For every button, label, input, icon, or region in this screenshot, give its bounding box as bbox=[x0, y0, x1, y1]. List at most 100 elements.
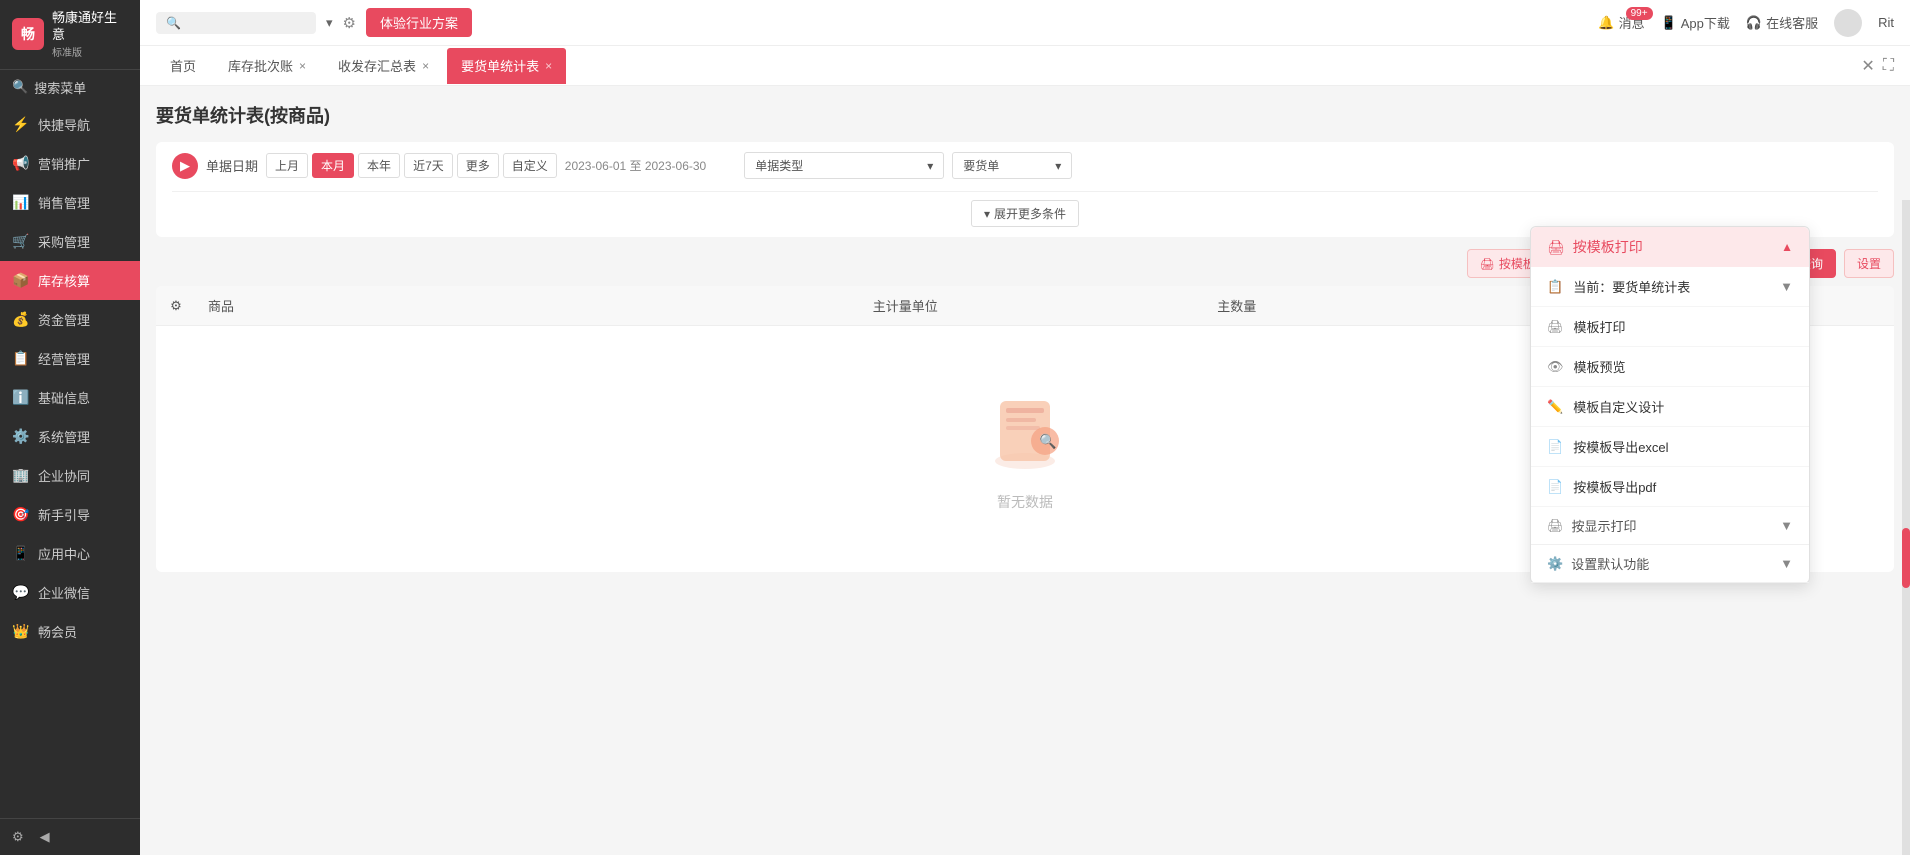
template-export-pdf-item[interactable]: 📄 按模板导出pdf bbox=[1531, 467, 1809, 507]
col-settings[interactable]: ⚙ bbox=[156, 290, 196, 322]
logo-text: 畅康通好生意 标准版 bbox=[52, 10, 128, 59]
tab-batch-accounts-close-icon[interactable]: × bbox=[299, 59, 306, 73]
settings-icon[interactable]: ⚙ bbox=[12, 829, 24, 845]
expand-more-label: 展开更多条件 bbox=[994, 205, 1066, 222]
basic-icon: ℹ️ bbox=[12, 388, 30, 406]
sidebar-item-marketing[interactable]: 📢 营销推广 bbox=[0, 144, 140, 183]
enterprise-icon: 🏢 bbox=[12, 466, 30, 484]
tab-batch-accounts[interactable]: 库存批次账 × bbox=[214, 48, 320, 84]
current-template-label: 当前：要货单统计表 bbox=[1573, 277, 1690, 296]
current-template-item[interactable]: 📋 当前：要货单统计表 ▼ bbox=[1531, 267, 1809, 307]
appcenter-label: 应用中心 bbox=[38, 544, 90, 563]
tab-receivable-close-icon[interactable]: × bbox=[422, 59, 429, 73]
user-avatar[interactable] bbox=[1834, 9, 1862, 37]
print-dropdown-header[interactable]: 🖨 按模板打印 ▲ bbox=[1531, 227, 1809, 267]
sidebar-item-newguide[interactable]: 🎯 新手引导 bbox=[0, 495, 140, 534]
marketing-icon: 📢 bbox=[12, 154, 30, 172]
filter-expand-more-btn[interactable]: ▾ 展开更多条件 bbox=[971, 200, 1079, 227]
notification-badge: 99+ bbox=[1626, 7, 1653, 20]
operations-icon: 📋 bbox=[12, 349, 30, 367]
app-download-btn[interactable]: 📱 App下载 bbox=[1661, 13, 1730, 32]
sidebar-item-appcenter[interactable]: 📱 应用中心 bbox=[0, 534, 140, 573]
topbar-search[interactable]: 🔍 bbox=[156, 12, 316, 34]
col-unit: 主计量单位 bbox=[861, 288, 1205, 323]
filter-category-select[interactable]: 要货单 ▾ bbox=[952, 152, 1072, 179]
purchase-label: 采购管理 bbox=[38, 232, 90, 251]
notifications-btn[interactable]: 🔔 消息 99+ bbox=[1598, 13, 1644, 32]
template-design-label: 模板自定义设计 bbox=[1573, 397, 1664, 416]
right-scrollbar[interactable] bbox=[1902, 200, 1910, 855]
filter-date-custom[interactable]: 自定义 bbox=[503, 153, 557, 178]
sidebar-item-purchase[interactable]: 🛒 采购管理 bbox=[0, 222, 140, 261]
tab-requisition-close-icon[interactable]: × bbox=[545, 59, 552, 73]
page-content: 要货单统计表(按商品) ▶ 单据日期 上月 本月 本年 近7天 更多 自定义 2… bbox=[140, 86, 1910, 855]
topbar: 🔍 ▾ ⚙ 体验行业方案 🔔 消息 99+ 📱 App下载 🎧 在线客服 Rit bbox=[140, 0, 1910, 46]
search-menu[interactable]: 🔍 搜索菜单 bbox=[0, 70, 140, 105]
filter-date-this-year[interactable]: 本年 bbox=[358, 153, 400, 178]
close-window-icon[interactable]: ✕ bbox=[1861, 56, 1874, 76]
logo-title: 畅康通好生意 bbox=[52, 10, 128, 44]
filter-date-label: 单据日期 bbox=[206, 156, 258, 175]
sidebar-item-basic[interactable]: ℹ️ 基础信息 bbox=[0, 378, 140, 417]
display-print-item[interactable]: 🖨 按显示打印 ▼ bbox=[1531, 507, 1809, 545]
window-controls: ✕ ⛶ bbox=[1861, 56, 1894, 76]
empty-text: 暂无数据 bbox=[997, 492, 1053, 512]
filter-date-this-month[interactable]: 本月 bbox=[312, 153, 354, 178]
display-print-icon: 🖨 bbox=[1547, 518, 1564, 534]
collapse-icon[interactable]: ◀ bbox=[40, 829, 50, 845]
dropdown-chevron-icon: ▾ bbox=[326, 15, 333, 31]
sidebar-item-inventory[interactable]: 📦 库存核算 bbox=[0, 261, 140, 300]
weixin-icon: 💬 bbox=[12, 583, 30, 601]
filter-type-select[interactable]: 单据类型 ▾ bbox=[744, 152, 944, 179]
sidebar-item-enterprise[interactable]: 🏢 企业协同 bbox=[0, 456, 140, 495]
default-func-item[interactable]: ⚙️ 设置默认功能 ▼ bbox=[1531, 545, 1809, 583]
sidebar-item-sales[interactable]: 📊 销售管理 bbox=[0, 183, 140, 222]
finance-icon: 💰 bbox=[12, 310, 30, 328]
template-design-item[interactable]: ✏️ 模板自定义设计 bbox=[1531, 387, 1809, 427]
maximize-window-icon[interactable]: ⛶ bbox=[1883, 57, 1894, 75]
member-label: 畅会员 bbox=[38, 622, 77, 641]
col-qty: 主数量 bbox=[1205, 288, 1549, 323]
sidebar-item-finance[interactable]: 💰 资金管理 bbox=[0, 300, 140, 339]
template-design-icon: ✏️ bbox=[1547, 399, 1563, 415]
app-download-label: App下载 bbox=[1681, 13, 1730, 32]
default-func-chevron-icon: ▼ bbox=[1780, 556, 1793, 571]
sidebar-item-quick-nav[interactable]: ⚡ 快捷导航 bbox=[0, 105, 140, 144]
tab-batch-accounts-label: 库存批次账 bbox=[228, 56, 293, 75]
filter-date-group: 上月 本月 本年 近7天 更多 自定义 bbox=[266, 153, 557, 178]
template-print-item[interactable]: 🖨 模板打印 bbox=[1531, 307, 1809, 347]
tab-requisition-stats[interactable]: 要货单统计表 × bbox=[447, 48, 566, 84]
expand-more-icon: ▾ bbox=[984, 207, 990, 221]
sidebar-item-member[interactable]: 👑 畅会员 bbox=[0, 612, 140, 651]
template-preview-label: 模板预览 bbox=[1574, 357, 1626, 376]
empty-illustration: 🔍 bbox=[980, 386, 1070, 476]
online-support-label: 在线客服 bbox=[1766, 13, 1818, 32]
search-icon: 🔍 bbox=[12, 79, 28, 95]
topbar-dropdown[interactable]: ▾ bbox=[326, 15, 333, 31]
filter-date-more[interactable]: 更多 bbox=[457, 153, 499, 178]
template-preview-icon: 👁 bbox=[1547, 359, 1564, 375]
filter-date-7days[interactable]: 近7天 bbox=[404, 153, 453, 178]
topbar-gear-icon[interactable]: ⚙ bbox=[343, 14, 356, 32]
sidebar-item-system[interactable]: ⚙️ 系统管理 bbox=[0, 417, 140, 456]
app-download-icon: 📱 bbox=[1661, 15, 1677, 31]
current-template-icon: 📋 bbox=[1547, 279, 1563, 295]
sidebar-item-operations[interactable]: 📋 经营管理 bbox=[0, 339, 140, 378]
settings-btn[interactable]: 设置 bbox=[1844, 249, 1894, 278]
online-support-btn[interactable]: 🎧 在线客服 bbox=[1746, 13, 1818, 32]
template-print-label: 模板打印 bbox=[1574, 317, 1626, 336]
basic-label: 基础信息 bbox=[38, 388, 90, 407]
trial-btn[interactable]: 体验行业方案 bbox=[366, 8, 472, 37]
template-preview-item[interactable]: 👁 模板预览 bbox=[1531, 347, 1809, 387]
tab-receivable-summary[interactable]: 收发存汇总表 × bbox=[324, 48, 443, 84]
inventory-label: 库存核算 bbox=[38, 271, 90, 290]
tab-requisition-stats-label: 要货单统计表 bbox=[461, 56, 539, 75]
tab-home[interactable]: 首页 bbox=[156, 48, 210, 84]
sidebar-bottom: ⚙ ◀ bbox=[0, 818, 140, 855]
default-func-icon: ⚙️ bbox=[1547, 556, 1563, 572]
template-export-excel-item[interactable]: 📄 按模板导出excel bbox=[1531, 427, 1809, 467]
filter-date-last-month[interactable]: 上月 bbox=[266, 153, 308, 178]
tab-home-label: 首页 bbox=[170, 56, 196, 75]
filter-expand-btn[interactable]: ▶ bbox=[172, 153, 198, 179]
sidebar-item-weixin[interactable]: 💬 企业微信 bbox=[0, 573, 140, 612]
